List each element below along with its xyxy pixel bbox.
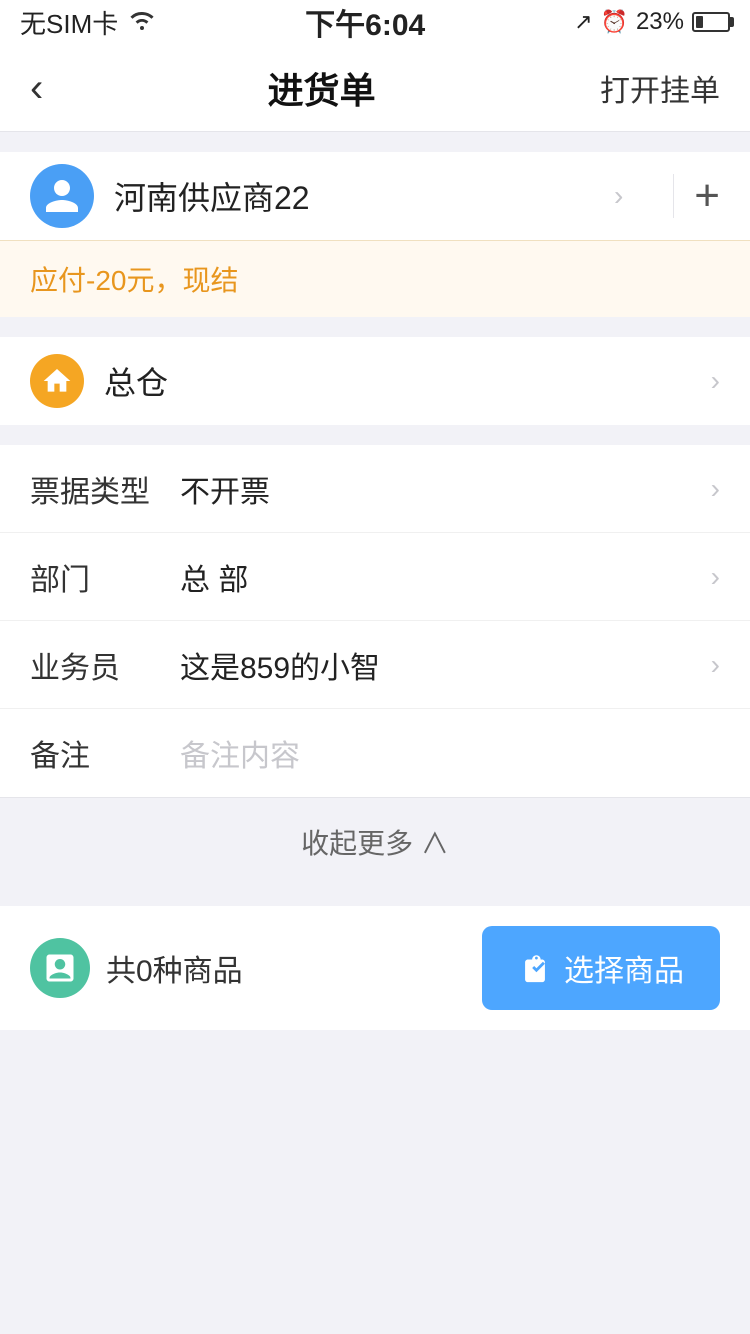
invoice-value: 不开票	[170, 467, 711, 511]
carrier-text: 无SIM卡	[20, 4, 118, 41]
bottom-bar: 共0种商品 选择商品	[0, 906, 750, 1030]
salesman-row[interactable]: 业务员 这是859的小智 ›	[0, 621, 750, 709]
page-title: 进货单	[268, 62, 376, 114]
select-product-button[interactable]: 选择商品	[482, 926, 720, 1010]
remark-row[interactable]: 备注 备注内容	[0, 709, 750, 797]
content-area: 河南供应商22 › + 应付-20元，现结 总仓 › 票据类型 不开票 › 部门…	[0, 152, 750, 1330]
department-row[interactable]: 部门 总 部 ›	[0, 533, 750, 621]
remark-label: 备注	[30, 731, 170, 775]
status-time: 下午6:04	[305, 0, 425, 44]
department-label: 部门	[30, 555, 170, 599]
invoice-chevron-icon: ›	[711, 473, 720, 505]
lower-content	[0, 1030, 750, 1330]
supplier-name: 河南供应商22	[114, 173, 614, 219]
battery-percentage: 23%	[636, 8, 684, 36]
supplier-chevron-icon: ›	[614, 180, 623, 212]
invoice-row[interactable]: 票据类型 不开票 ›	[0, 445, 750, 533]
warehouse-chevron-icon: ›	[711, 365, 720, 397]
alarm-icon: ⏰	[601, 9, 628, 35]
location-icon: ↗	[574, 9, 592, 35]
status-bar: 无SIM卡 下午6:04 ↗ ⏰ 23%	[0, 0, 750, 44]
supplier-section[interactable]: 河南供应商22 › +	[0, 152, 750, 240]
collapse-button[interactable]: 收起更多 ∧	[0, 797, 750, 886]
product-count-section: 共0种商品	[30, 938, 243, 998]
notice-banner: 应付-20元，现结	[0, 240, 750, 317]
invoice-label: 票据类型	[30, 467, 170, 511]
status-right: ↗ ⏰ 23%	[574, 8, 730, 36]
select-product-icon	[518, 951, 552, 985]
open-pending-button[interactable]: 打开挂单	[600, 66, 720, 110]
supplier-avatar	[30, 164, 94, 228]
warehouse-icon	[30, 354, 84, 408]
status-left: 无SIM卡	[20, 4, 156, 41]
back-button[interactable]: ‹	[30, 68, 43, 108]
product-count-icon	[30, 938, 90, 998]
add-supplier-button[interactable]: +	[694, 174, 720, 218]
form-section: 票据类型 不开票 › 部门 总 部 › 业务员 这是859的小智 › 备注 备注…	[0, 445, 750, 797]
nav-bar: ‹ 进货单 打开挂单	[0, 44, 750, 132]
salesman-value: 这是859的小智	[170, 643, 711, 687]
department-chevron-icon: ›	[711, 561, 720, 593]
salesman-chevron-icon: ›	[711, 649, 720, 681]
department-value: 总 部	[170, 555, 711, 599]
select-product-label: 选择商品	[564, 946, 684, 990]
salesman-label: 业务员	[30, 643, 170, 687]
wifi-icon	[128, 8, 156, 36]
remark-input[interactable]: 备注内容	[170, 731, 720, 775]
warehouse-section[interactable]: 总仓 ›	[0, 337, 750, 425]
product-count-text: 共0种商品	[106, 946, 243, 990]
notice-text: 应付-20元，现结	[30, 265, 238, 296]
supplier-divider	[673, 174, 674, 218]
warehouse-name: 总仓	[104, 358, 711, 404]
battery-icon	[692, 12, 730, 32]
